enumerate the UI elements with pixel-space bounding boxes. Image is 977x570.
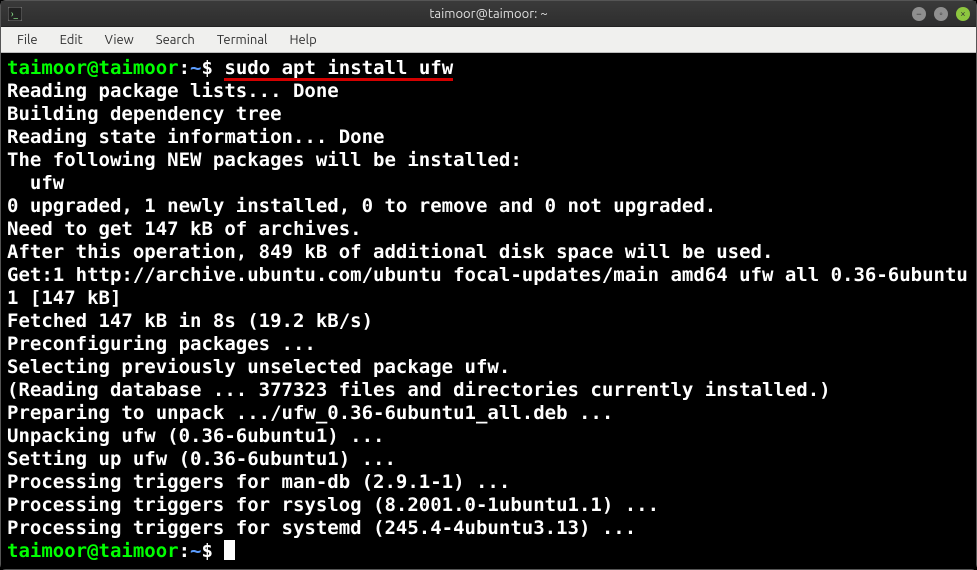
minimize-button[interactable]: − (912, 7, 926, 21)
output-line: 0 upgraded, 1 newly installed, 0 to remo… (7, 195, 716, 217)
output-line: Fetched 147 kB in 8s (19.2 kB/s) (7, 310, 373, 332)
output-line: Need to get 147 kB of archives. (7, 218, 362, 240)
output-line: Processing triggers for systemd (245.4-4… (7, 517, 636, 539)
output-line: Preconfiguring packages ... (7, 333, 316, 355)
output-line: Selecting previously unselected package … (7, 356, 510, 378)
prompt-dollar: $ (202, 540, 213, 562)
prompt-dollar: $ (202, 57, 213, 79)
prompt-user-host: taimoor@taimoor (7, 57, 179, 79)
prompt-sep: : (179, 540, 190, 562)
output-line: Processing triggers for man-db (2.9.1-1)… (7, 471, 510, 493)
output-line: The following NEW packages will be insta… (7, 149, 522, 171)
output-line: Setting up ufw (0.36-6ubuntu1) ... (7, 448, 396, 470)
terminal-area[interactable]: taimoor@taimoor:~$ sudo apt install ufw … (1, 53, 976, 569)
output-line: ufw (7, 172, 64, 194)
prompt-path: ~ (190, 57, 201, 79)
menu-terminal[interactable]: Terminal (207, 30, 278, 50)
output-line: Preparing to unpack .../ufw_0.36-6ubuntu… (7, 402, 613, 424)
window-title: taimoor@taimoor: ~ (429, 7, 547, 21)
output-line: Unpacking ufw (0.36-6ubuntu1) ... (7, 425, 385, 447)
maximize-button[interactable]: ◦ (934, 7, 948, 21)
output-line: After this operation, 849 kB of addition… (7, 241, 773, 263)
output-line: Get:1 http://archive.ubuntu.com/ubuntu f… (7, 264, 968, 309)
menu-search[interactable]: Search (146, 30, 205, 50)
cursor (224, 540, 235, 560)
menu-file[interactable]: File (7, 30, 48, 50)
close-button[interactable]: × (956, 7, 970, 21)
output-line: (Reading database ... 377323 files and d… (7, 379, 831, 401)
output-line: Reading state information... Done (7, 126, 385, 148)
command-input: sudo apt install ufw (224, 57, 453, 79)
output-line: Building dependency tree (7, 103, 282, 125)
prompt-path: ~ (190, 540, 201, 562)
window-titlebar: ›_ taimoor@taimoor: ~ − ◦ × (1, 1, 976, 27)
prompt-user-host: taimoor@taimoor (7, 540, 179, 562)
svg-text:›_: ›_ (11, 9, 19, 19)
menubar: File Edit View Search Terminal Help (1, 27, 976, 53)
terminal-icon: ›_ (7, 6, 23, 22)
prompt-sep: : (179, 57, 190, 79)
window-controls: − ◦ × (912, 7, 970, 21)
menu-view[interactable]: View (95, 30, 144, 50)
menu-edit[interactable]: Edit (50, 30, 93, 50)
output-line: Reading package lists... Done (7, 80, 339, 102)
output-line: Processing triggers for rsyslog (8.2001.… (7, 494, 659, 516)
menu-help[interactable]: Help (279, 30, 326, 50)
